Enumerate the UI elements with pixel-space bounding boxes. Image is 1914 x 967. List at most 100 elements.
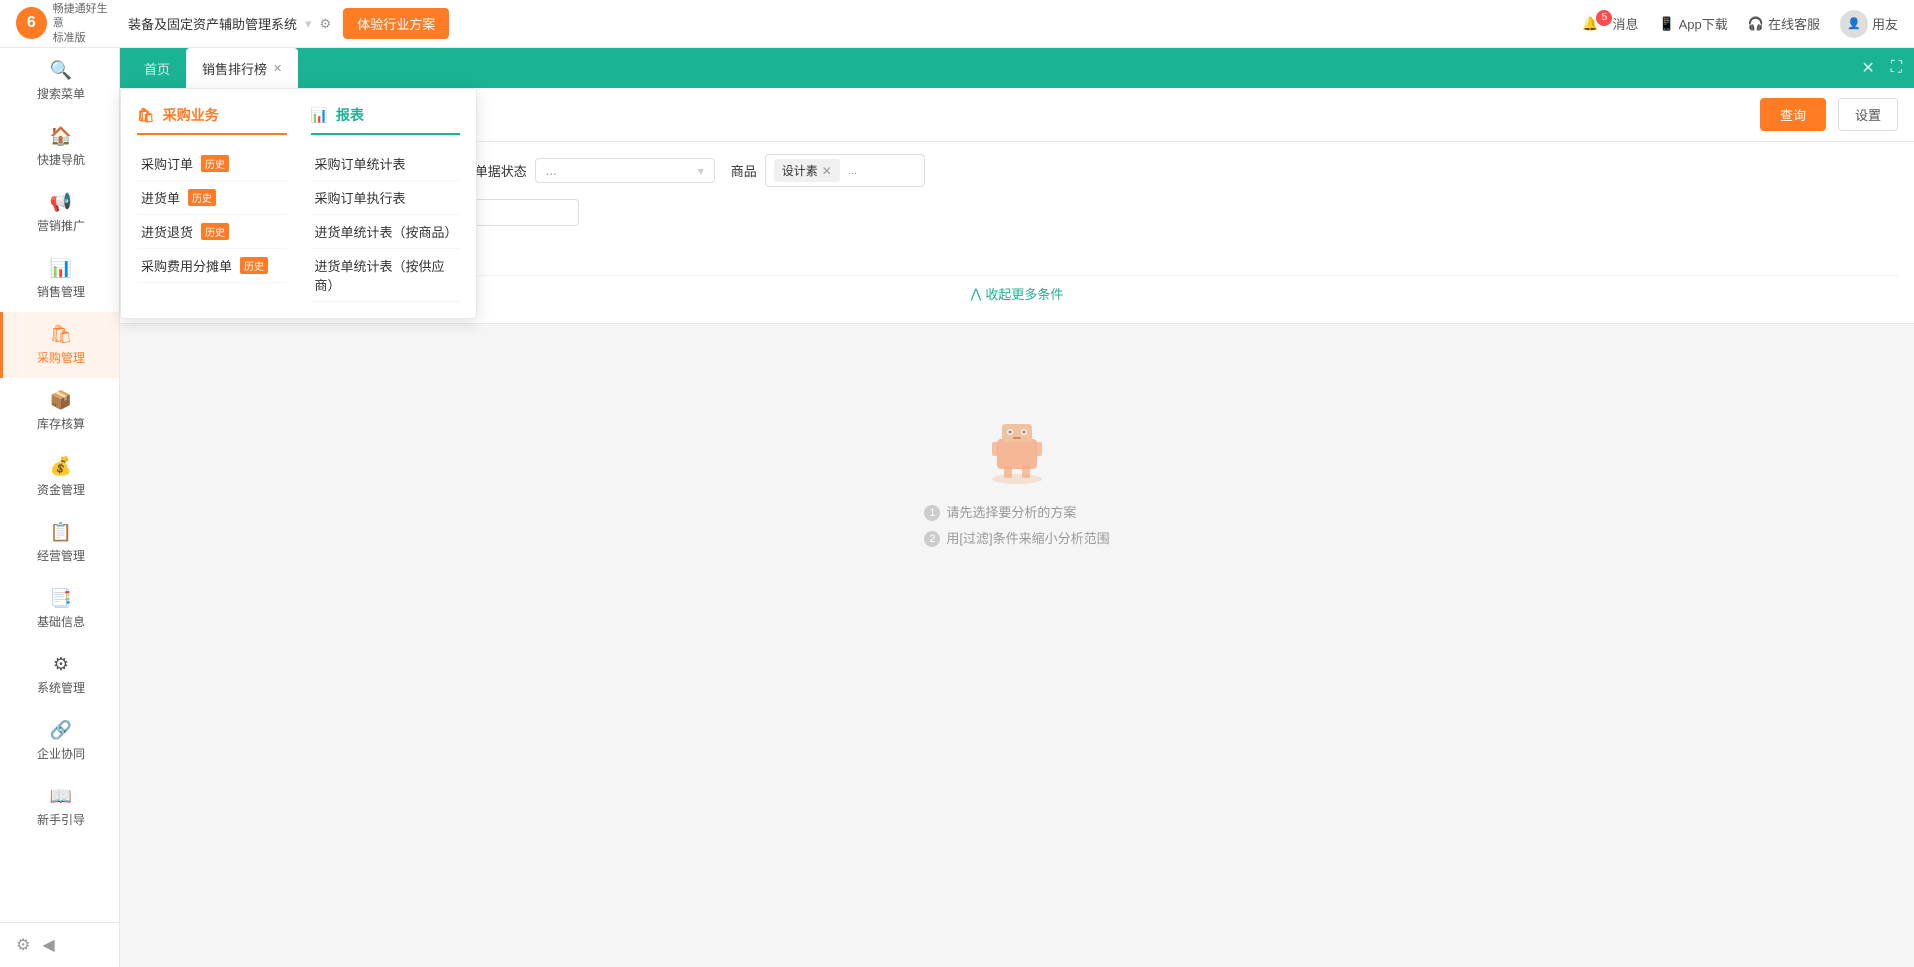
sidebar-item-sales[interactable]: 📊 销售管理 xyxy=(0,246,119,312)
avatar: 👤 xyxy=(1840,10,1868,38)
dropdown-item-goods-receipt[interactable]: 进货单 历史 xyxy=(137,181,287,215)
purchase-order-exec-label: 采购订单执行表 xyxy=(315,188,406,207)
query-btn[interactable]: 查询 xyxy=(1760,98,1826,131)
dropdown-item-purchase-order[interactable]: 采购订单 历史 xyxy=(137,147,287,181)
dropdown-item-purchase-order-exec[interactable]: 采购订单执行表 xyxy=(311,181,461,215)
app-download-label: App下载 xyxy=(1679,14,1728,33)
settings-bottom-icon[interactable]: ⚙ xyxy=(16,935,30,955)
dropdown-item-purchase-expense[interactable]: 采购费用分摊单 历史 xyxy=(137,249,287,283)
notification-badge: 5 xyxy=(1596,10,1612,26)
sidebar-item-guide[interactable]: 📖 新手引导 xyxy=(0,774,119,840)
tabbar-right: ✕ ⛶ xyxy=(1857,54,1906,82)
inventory-icon: 📦 xyxy=(50,390,72,411)
sidebar-item-operation[interactable]: 📋 经营管理 xyxy=(0,510,119,576)
sidebar-label-finance: 资金管理 xyxy=(37,481,85,498)
app-download-item[interactable]: 📱 App下载 xyxy=(1658,14,1727,33)
goods-select[interactable]: 设计素 ✕ ... xyxy=(765,154,925,187)
hist-badge-3: 历史 xyxy=(240,257,268,274)
hint1: 请先选择要分析的方案 xyxy=(946,500,1076,526)
dropdown-item-goods-stat-by-supplier[interactable]: 进货单统计表（按供应商） xyxy=(311,249,461,302)
enterprise-icon: 🔗 xyxy=(50,720,72,741)
basic-icon: 📑 xyxy=(50,588,72,609)
goods-return-label: 进货退货 xyxy=(141,222,193,241)
step1-num: 1 xyxy=(924,505,940,521)
goods-tag-close[interactable]: ✕ xyxy=(822,164,832,178)
sales-icon: 📊 xyxy=(50,258,72,279)
purchase-col-icon: 🛍 xyxy=(137,107,155,124)
sidebar: 🔍 搜索菜单 🏠 快捷导航 📢 营销推广 📊 销售管理 🛍 采购管理 📦 库存核… xyxy=(0,48,120,967)
system-name: 装备及固定资产辅助管理系统 ▾ ⚙ xyxy=(128,14,331,33)
industry-btn[interactable]: 体验行业方案 xyxy=(343,8,449,39)
toolbar-right: 查询 设置 xyxy=(1760,98,1898,131)
goods-filter: 商品 设计素 ✕ ... xyxy=(731,154,925,187)
doc-status-label: 单据状态 xyxy=(475,161,527,180)
sidebar-label-search: 搜索菜单 xyxy=(37,85,85,102)
tab-home-label: 首页 xyxy=(144,59,170,78)
empty-illustration xyxy=(967,404,1067,484)
logo: 6 畅捷通好生意 标准版 xyxy=(16,2,116,45)
sidebar-item-inventory[interactable]: 📦 库存核算 xyxy=(0,378,119,444)
tabbar: 首页 销售排行榜 ✕ ✕ ⛶ xyxy=(120,48,1914,88)
report-col-icon: 📊 xyxy=(311,107,328,124)
home-icon: 🏠 xyxy=(50,126,72,147)
finance-icon: 💰 xyxy=(50,456,72,477)
logo-icon: 6 xyxy=(16,7,47,39)
collapse-up-icon: ⋀ xyxy=(971,286,982,302)
dropdown-item-goods-stat-by-goods[interactable]: 进货单统计表（按商品） xyxy=(311,215,461,249)
tab-home[interactable]: 首页 xyxy=(128,48,186,88)
tab-sales-rank[interactable]: 销售排行榜 ✕ xyxy=(186,48,298,88)
sidebar-label-enterprise: 企业协同 xyxy=(37,745,85,762)
tab-close-icon[interactable]: ✕ xyxy=(273,62,282,75)
user-name: 用友 xyxy=(1872,14,1898,33)
dropdown-menu: 🛍 采购业务 采购订单 历史 进货单 历史 进货退货 历史 采购费用分摊单 历史… xyxy=(120,88,477,319)
sidebar-item-enterprise[interactable]: 🔗 企业协同 xyxy=(0,708,119,774)
guide-icon: 📖 xyxy=(50,786,72,807)
sidebar-item-basic[interactable]: 📑 基础信息 xyxy=(0,576,119,642)
dropdown-item-goods-return[interactable]: 进货退货 历史 xyxy=(137,215,287,249)
dropdown-item-purchase-order-stat[interactable]: 采购订单统计表 xyxy=(311,147,461,181)
purchase-order-label: 采购订单 xyxy=(141,154,193,173)
empty-state: 1 请先选择要分析的方案 2 用[过滤]条件来缩小分析范围 xyxy=(120,324,1914,632)
step2-num: 2 xyxy=(924,531,940,547)
sidebar-item-search[interactable]: 🔍 搜索菜单 xyxy=(0,48,119,114)
topbar: 6 畅捷通好生意 标准版 装备及固定资产辅助管理系统 ▾ ⚙ 体验行业方案 🔔 … xyxy=(0,0,1914,48)
purchase-col-title: 🛍 采购业务 xyxy=(137,105,287,135)
tab-sales-rank-label: 销售排行榜 xyxy=(202,59,267,78)
notification-item[interactable]: 🔔 5 消息 xyxy=(1582,14,1638,33)
tab-expand-icon[interactable]: ⛶ xyxy=(1887,55,1906,81)
topbar-right: 🔔 5 消息 📱 App下载 🎧 在线客服 👤 用友 xyxy=(1582,10,1898,38)
sidebar-item-quick[interactable]: 🏠 快捷导航 xyxy=(0,114,119,180)
purchase-col-label: 采购业务 xyxy=(163,105,219,125)
purchase-expense-label: 采购费用分摊单 xyxy=(141,256,232,275)
setting-btn[interactable]: 设置 xyxy=(1838,98,1898,131)
search-icon: 🔍 xyxy=(50,60,72,81)
doc-status-select[interactable]: ... ▾ xyxy=(535,158,715,183)
headset-icon: 🎧 xyxy=(1748,16,1764,32)
sidebar-label-quick: 快捷导航 xyxy=(37,151,85,168)
online-service-label: 在线客服 xyxy=(1768,14,1820,33)
sidebar-item-system[interactable]: ⚙ 系统管理 xyxy=(0,642,119,708)
purchase-order-stat-label: 采购订单统计表 xyxy=(315,154,406,173)
sidebar-item-finance[interactable]: 💰 资金管理 xyxy=(0,444,119,510)
hist-badge-0: 历史 xyxy=(201,155,229,172)
user-item[interactable]: 👤 用友 xyxy=(1840,10,1898,38)
online-service-item[interactable]: 🎧 在线客服 xyxy=(1748,14,1820,33)
tab-close-all-icon[interactable]: ✕ xyxy=(1857,54,1878,82)
report-col-title: 📊 报表 xyxy=(311,105,461,135)
dropdown-purchase-col: 🛍 采购业务 采购订单 历史 进货单 历史 进货退货 历史 采购费用分摊单 历史 xyxy=(137,105,287,302)
phone-icon: 📱 xyxy=(1658,16,1674,32)
notification-label: 消息 xyxy=(1612,14,1638,33)
goods-receipt-label: 进货单 xyxy=(141,188,180,207)
collapse-icon[interactable]: ◀ xyxy=(42,935,54,955)
hist-badge-2: 历史 xyxy=(201,223,229,240)
sidebar-item-marketing[interactable]: 📢 营销推广 xyxy=(0,180,119,246)
system-icon: ⚙ xyxy=(53,654,69,675)
goods-stat-supplier-label: 进货单统计表（按供应商） xyxy=(315,256,457,294)
sidebar-label-inventory: 库存核算 xyxy=(37,415,85,432)
sidebar-label-operation: 经营管理 xyxy=(37,547,85,564)
report-col-label: 报表 xyxy=(336,105,364,125)
hint2: 用[过滤]条件来缩小分析范围 xyxy=(946,526,1109,552)
sidebar-item-purchase[interactable]: 🛍 采购管理 xyxy=(0,312,119,378)
logo-text: 畅捷通好生意 标准版 xyxy=(53,2,116,45)
goods-label: 商品 xyxy=(731,161,757,180)
